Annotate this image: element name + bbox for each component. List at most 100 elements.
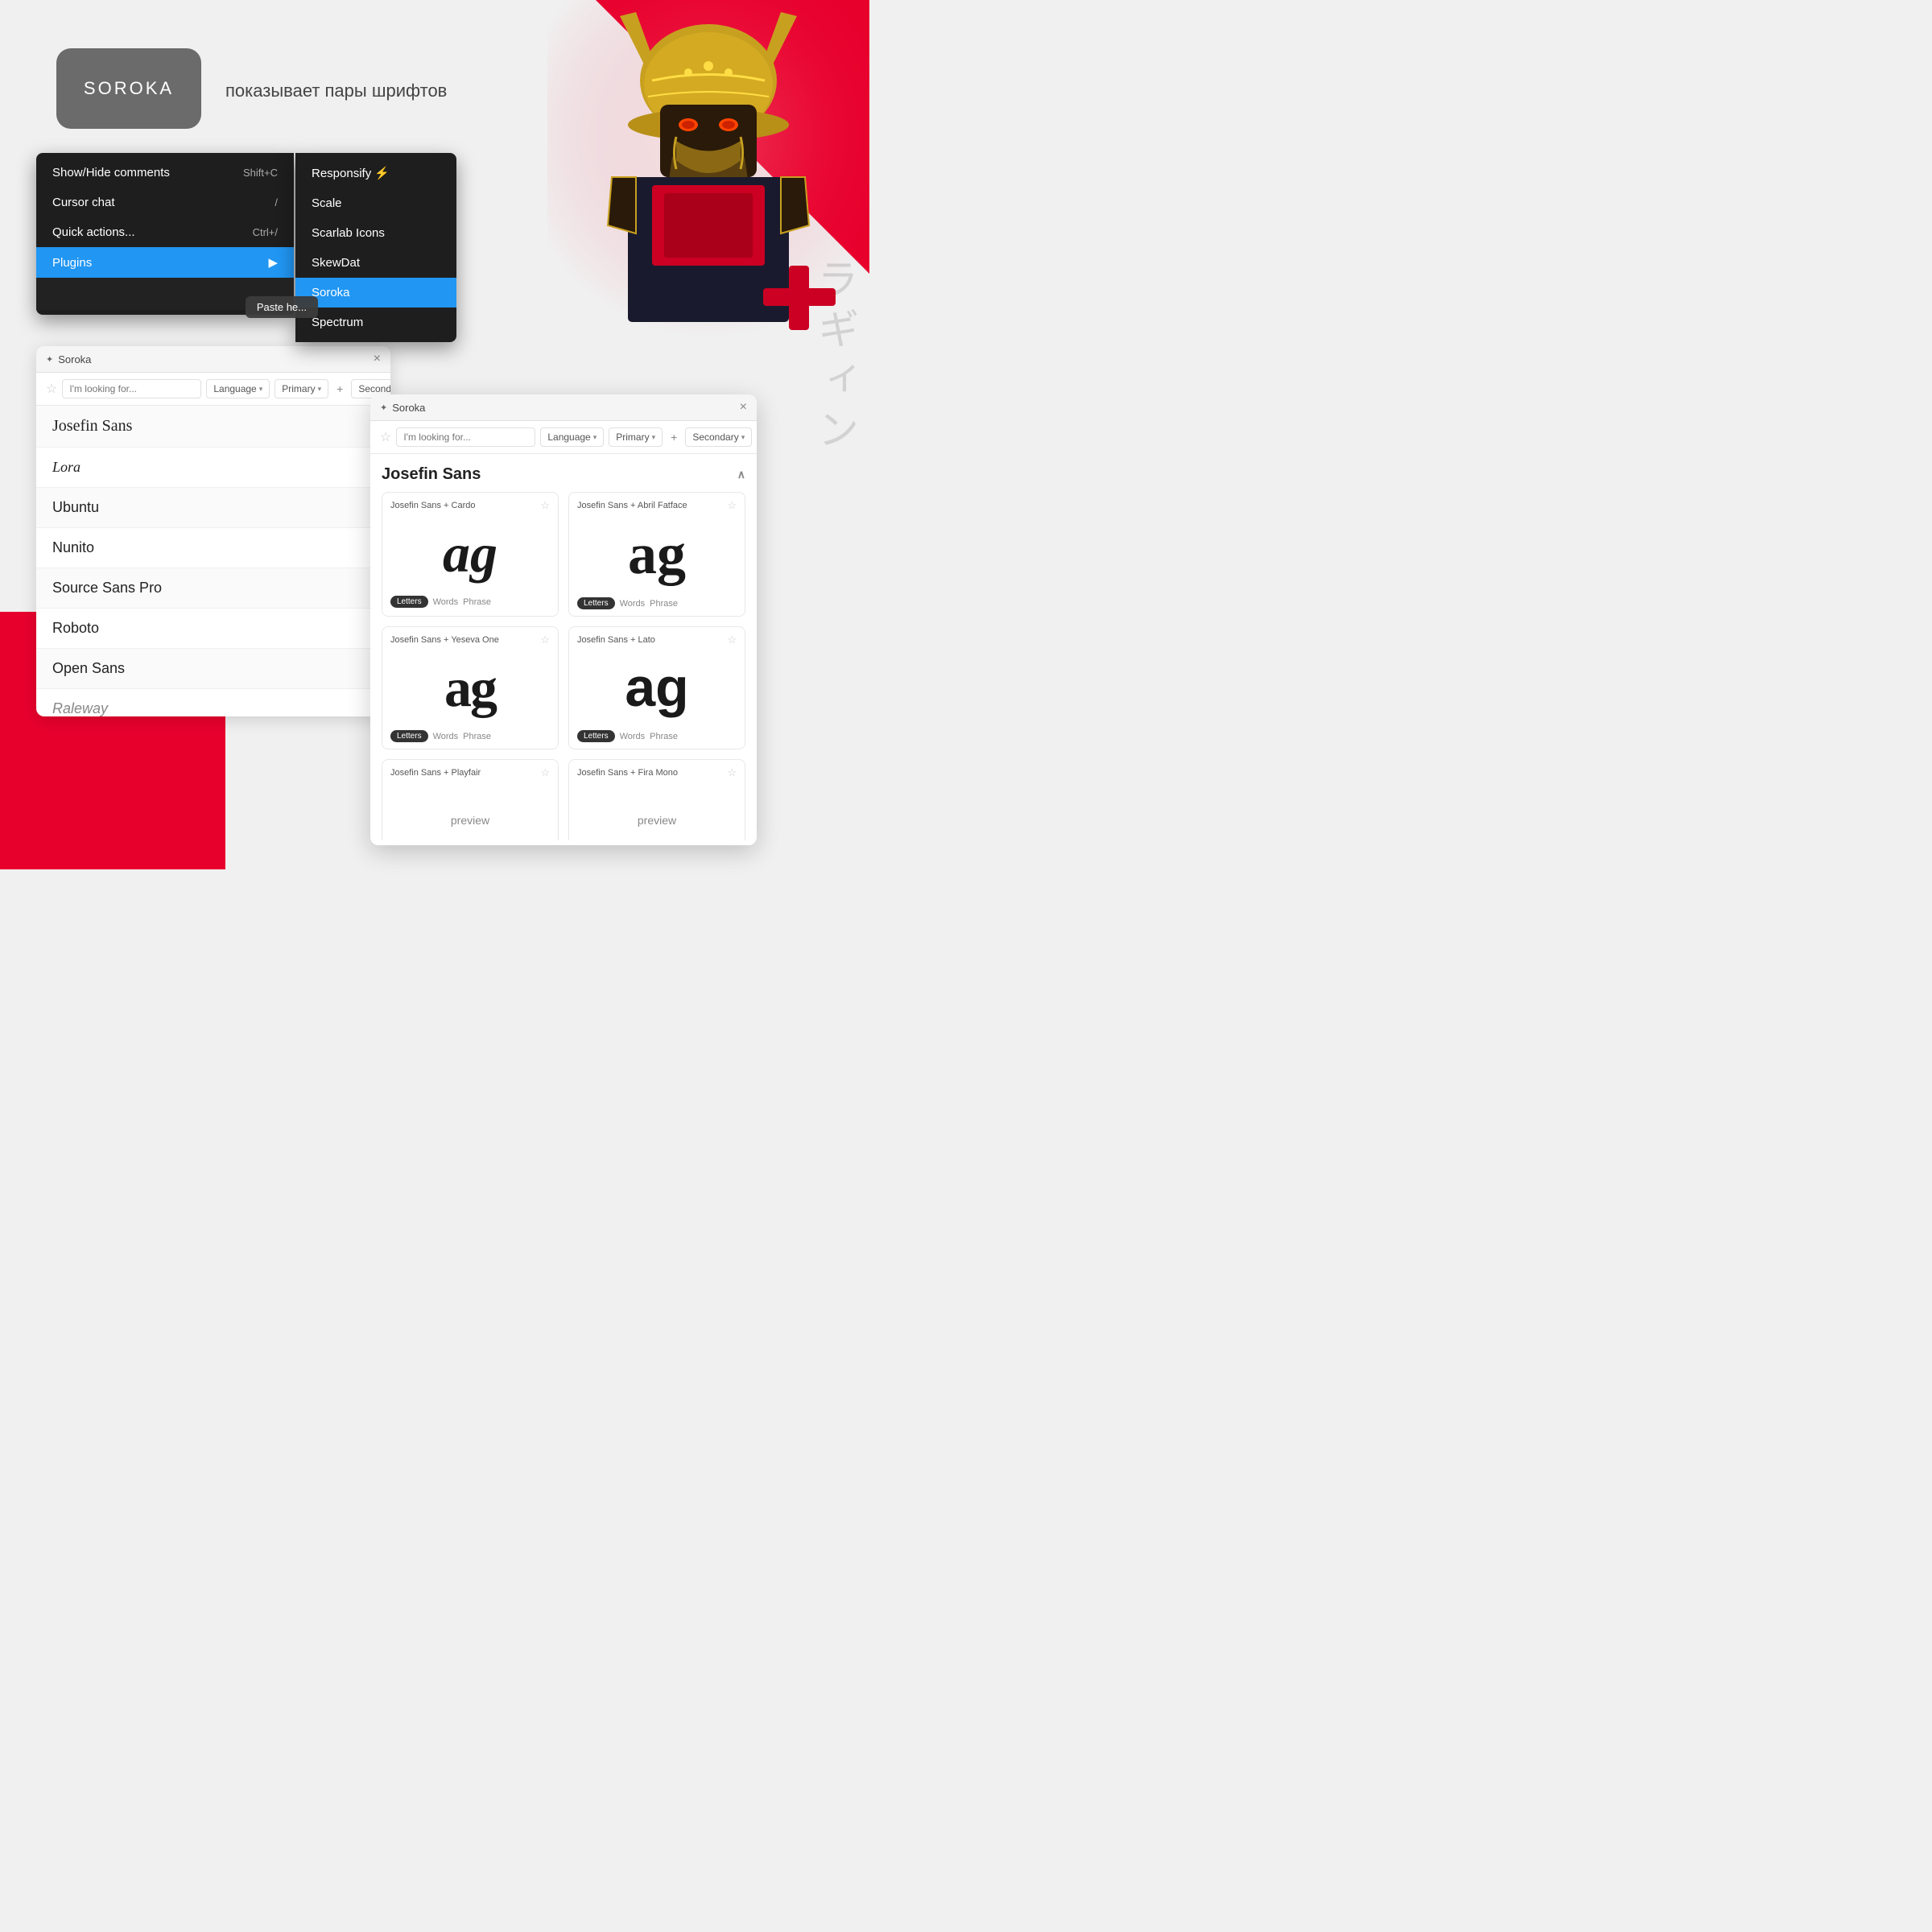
- menu-item-scarlab[interactable]: Scarlab Icons: [295, 218, 456, 248]
- pair-title-firamono: Josefin Sans + Fira Mono: [577, 768, 678, 778]
- menu-item-comments[interactable]: Show/Hide comments Shift+C: [36, 158, 294, 188]
- tag-words-yeseva[interactable]: Words: [433, 732, 459, 741]
- menu-item-scale[interactable]: Scale: [295, 188, 456, 218]
- pair-star-abril[interactable]: ☆: [727, 499, 737, 512]
- menu-item-plugins-label: Plugins: [52, 256, 92, 270]
- pair-star-playfair[interactable]: ☆: [540, 766, 550, 779]
- font-list-item[interactable]: Raleway: [36, 689, 390, 716]
- pair-star-yeseva[interactable]: ☆: [540, 634, 550, 646]
- tag-phrase-lato[interactable]: Phrase: [650, 732, 678, 741]
- secondary-arrow-front: ▾: [741, 433, 745, 442]
- menu-item-comments-shortcut: Shift+C: [243, 167, 278, 179]
- search-toolbar-front: ☆ Language ▾ Primary ▾ + Secondary ▾ Let…: [370, 421, 757, 454]
- font-list-item[interactable]: Lora: [36, 448, 390, 488]
- font-list-item[interactable]: Open Sans: [36, 649, 390, 689]
- tag-words-abril[interactable]: Words: [620, 599, 646, 609]
- pair-card-header-yeseva: Josefin Sans + Yeseva One ☆: [382, 627, 558, 653]
- tag-letters-cardo[interactable]: Letters: [390, 596, 428, 608]
- pair-preview-cardo: ag: [382, 518, 558, 591]
- font-group-title: Josefin Sans: [382, 465, 481, 484]
- language-label-back: Language: [213, 383, 256, 394]
- menu-item-cursor-chat[interactable]: Cursor chat /: [36, 188, 294, 217]
- pair-card-header-cardo: Josefin Sans + Cardo ☆: [382, 493, 558, 518]
- pair-card-header-firamono: Josefin Sans + Fira Mono ☆: [569, 760, 745, 786]
- tag-letters-lato[interactable]: Letters: [577, 730, 615, 742]
- tag-words-cardo[interactable]: Words: [433, 597, 459, 607]
- primary-label-front: Primary: [616, 431, 649, 443]
- primary-arrow-back: ▾: [318, 385, 322, 394]
- font-group-header: Josefin Sans ∧: [382, 454, 745, 492]
- tag-words-lato[interactable]: Words: [620, 732, 646, 741]
- tagline: показывает пары шрифтов: [225, 80, 447, 101]
- menu-item-cursor-shortcut: /: [275, 196, 278, 208]
- plugin-window-front: ✦ Soroka × ☆ Language ▾ Primary ▾ + Seco…: [370, 394, 757, 845]
- tag-letters-abril[interactable]: Letters: [577, 597, 615, 609]
- primary-dropdown-back[interactable]: Primary ▾: [275, 379, 328, 398]
- language-dropdown-front[interactable]: Language ▾: [540, 427, 604, 447]
- menu-item-plugins[interactable]: Plugins ▶: [36, 247, 294, 278]
- pair-preview-yeseva: ag: [382, 653, 558, 725]
- font-list-item[interactable]: Nunito: [36, 528, 390, 568]
- logo-box: SOROKA: [56, 48, 201, 129]
- window-title-back: Soroka: [58, 353, 91, 365]
- plugin-window-back: ✦ Soroka × ☆ Language ▾ Primary ▾ + Seco…: [36, 346, 390, 716]
- tag-phrase-yeseva[interactable]: Phrase: [463, 732, 491, 741]
- font-list-item[interactable]: Roboto: [36, 609, 390, 649]
- pair-card-abril[interactable]: Josefin Sans + Abril Fatface ☆ ag Letter…: [568, 492, 745, 617]
- language-arrow-back: ▾: [259, 385, 263, 394]
- pair-card-playfair[interactable]: Josefin Sans + Playfair ☆ preview: [382, 759, 559, 840]
- pair-title-lato: Josefin Sans + Lato: [577, 635, 655, 645]
- close-button-back[interactable]: ×: [374, 353, 381, 365]
- pair-tags-cardo: Letters Words Phrase: [382, 591, 558, 614]
- pair-title-cardo: Josefin Sans + Cardo: [390, 501, 475, 510]
- pair-card-firamono[interactable]: Josefin Sans + Fira Mono ☆ preview: [568, 759, 745, 840]
- tag-phrase-cardo[interactable]: Phrase: [463, 597, 491, 607]
- menu-item-quick-shortcut: Ctrl+/: [253, 226, 278, 238]
- menu-item-skewdat[interactable]: SkewDat: [295, 248, 456, 278]
- pair-title-abril: Josefin Sans + Abril Fatface: [577, 501, 687, 510]
- context-menu: Show/Hide comments Shift+C Cursor chat /…: [36, 153, 456, 342]
- pair-star-lato[interactable]: ☆: [727, 634, 737, 646]
- plus-button-back[interactable]: +: [333, 381, 346, 397]
- primary-arrow-front: ▾: [652, 433, 656, 442]
- menu-item-quick-actions[interactable]: Quick actions... Ctrl+/: [36, 217, 294, 247]
- primary-dropdown-front[interactable]: Primary ▾: [609, 427, 663, 447]
- star-button-back[interactable]: ☆: [46, 381, 57, 397]
- secondary-label-back: Secondary: [358, 383, 390, 394]
- pair-star-cardo[interactable]: ☆: [540, 499, 550, 512]
- secondary-dropdown-front[interactable]: Secondary ▾: [685, 427, 752, 447]
- pair-tags-abril: Letters Words Phrase: [569, 592, 745, 616]
- pair-preview-text-cardo: ag: [443, 526, 497, 580]
- pair-star-firamono[interactable]: ☆: [727, 766, 737, 779]
- menu-item-skewdat-label: SkewDat: [312, 256, 360, 270]
- pair-card-lato[interactable]: Josefin Sans + Lato ☆ ag Letters Words P…: [568, 626, 745, 749]
- tag-phrase-abril[interactable]: Phrase: [650, 599, 678, 609]
- star-button-front[interactable]: ☆: [380, 429, 391, 445]
- samurai-image: [547, 0, 869, 338]
- search-toolbar-back: ☆ Language ▾ Primary ▾ + Secondary ▾ Let…: [36, 373, 390, 406]
- pairs-grid: Josefin Sans + Cardo ☆ ag Letters Words …: [382, 492, 745, 840]
- plugin-icon-back: ✦: [46, 354, 53, 365]
- search-input-back[interactable]: [62, 379, 201, 398]
- menu-item-scale-label: Scale: [312, 196, 342, 210]
- font-list-item[interactable]: Source Sans Pro: [36, 568, 390, 609]
- menu-item-cursor-label: Cursor chat: [52, 196, 115, 209]
- plus-button-front[interactable]: +: [667, 429, 680, 445]
- font-list-item[interactable]: Ubuntu: [36, 488, 390, 528]
- pair-card-yeseva[interactable]: Josefin Sans + Yeseva One ☆ ag Letters W…: [382, 626, 559, 749]
- chevron-up-icon[interactable]: ∧: [737, 468, 745, 481]
- font-list-item[interactable]: Josefin Sans: [36, 406, 390, 448]
- close-button-front[interactable]: ×: [740, 401, 747, 414]
- pair-title-yeseva: Josefin Sans + Yeseva One: [390, 635, 499, 645]
- search-input-front[interactable]: [396, 427, 535, 447]
- menu-item-spectrum[interactable]: Spectrum: [295, 308, 456, 337]
- menu-item-responsify[interactable]: Responsify ⚡: [295, 158, 456, 188]
- language-dropdown-back[interactable]: Language ▾: [206, 379, 270, 398]
- menu-item-soroka[interactable]: Soroka: [295, 278, 456, 308]
- pair-card-header-playfair: Josefin Sans + Playfair ☆: [382, 760, 558, 786]
- pair-card-cardo[interactable]: Josefin Sans + Cardo ☆ ag Letters Words …: [382, 492, 559, 617]
- tag-letters-yeseva[interactable]: Letters: [390, 730, 428, 742]
- pair-tags-yeseva: Letters Words Phrase: [382, 725, 558, 749]
- logo-block: SOROKA: [56, 48, 201, 129]
- pair-preview-text-yeseva: ag: [444, 660, 496, 715]
